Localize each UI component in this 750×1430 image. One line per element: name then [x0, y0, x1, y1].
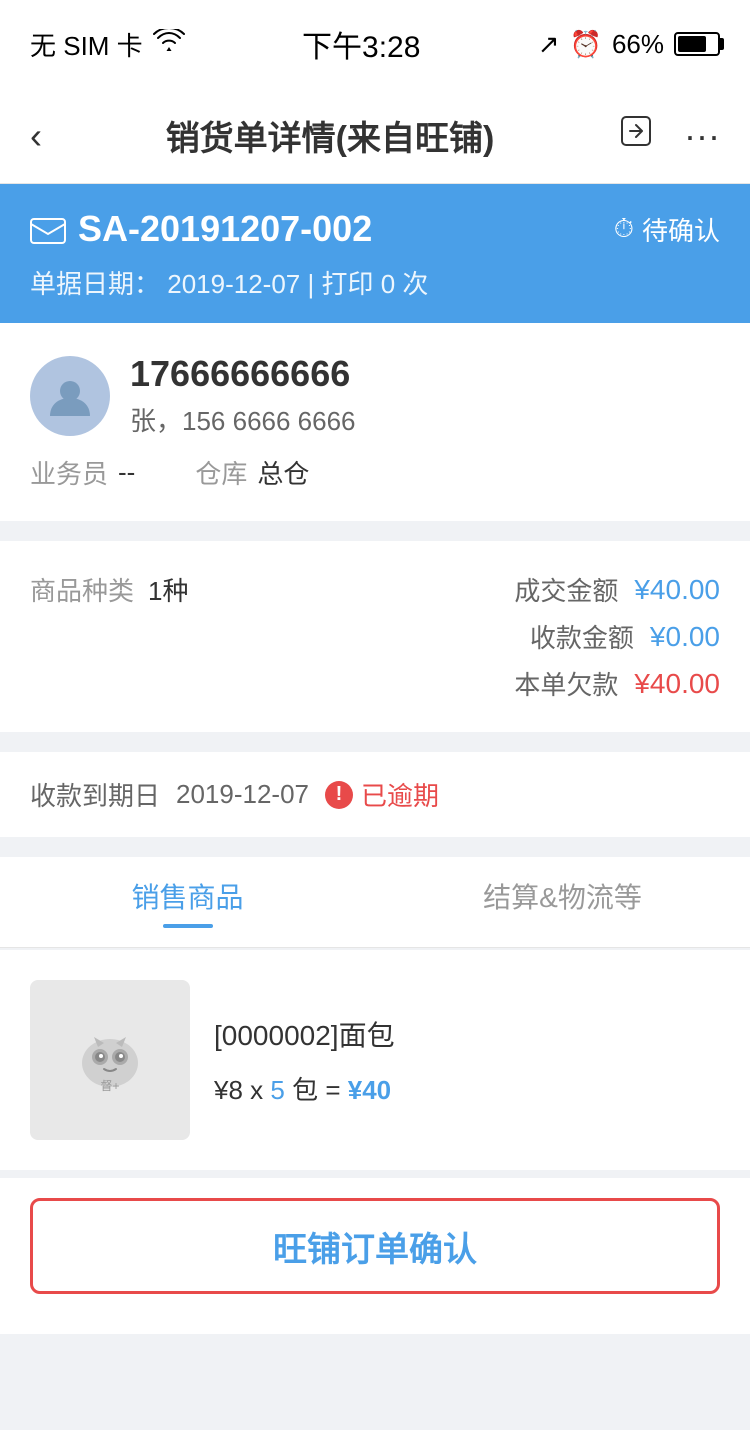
order-id: SA-20191207-002 — [30, 208, 372, 250]
product-type-label: 商品种类 — [30, 571, 134, 608]
order-id-row: SA-20191207-002 ⏱ 待确认 — [30, 208, 720, 250]
wifi-icon — [153, 29, 185, 60]
order-id-text: SA-20191207-002 — [78, 208, 372, 250]
order-header-card: SA-20191207-002 ⏱ 待确认 单据日期： 2019-12-07 |… — [0, 184, 750, 323]
customer-card: 17666666666 张，156 6666 6666 业务员 -- 仓库 总仓 — [0, 323, 750, 521]
product-name: [0000002]面包 — [214, 1014, 720, 1054]
tab-sales-label: 销售商品 — [131, 876, 243, 916]
salesman-label: 业务员 — [30, 454, 108, 491]
deal-amount-label: 成交金额 — [514, 571, 618, 608]
deal-amount-row: 成交金额 ¥40.00 — [514, 571, 720, 608]
date-label: 单据日期： — [30, 269, 160, 299]
deal-amount-value: ¥40.00 — [634, 574, 720, 606]
arrears-label: 本单欠款 — [514, 665, 618, 702]
warehouse-label: 仓库 — [195, 454, 247, 491]
overdue-badge: ! 已逾期 — [325, 776, 439, 813]
product-unit: 包 — [292, 1075, 318, 1105]
bottom-bar: 旺铺订单确认 — [0, 1178, 750, 1334]
page-wrapper: 无 SIM 卡 下午3:28 ↗ ⏰ 66% ‹ 销货单详情(来自旺铺) — [0, 0, 750, 1430]
print-suffix: 次 — [402, 269, 428, 299]
time-display: 下午3:28 — [302, 22, 420, 66]
due-date-value: 2019-12-07 — [176, 779, 309, 810]
receipt-amount-value: ¥0.00 — [650, 621, 720, 653]
order-status: ⏱ 待确认 — [614, 211, 720, 248]
salesman-value: -- — [118, 457, 135, 488]
battery-percent: 66% — [612, 29, 664, 60]
warehouse-value: 总仓 — [257, 454, 309, 491]
customer-phone: 17666666666 — [130, 353, 356, 395]
page-title: 销货单详情(来自旺铺) — [166, 111, 495, 160]
print-label: | 打印 — [307, 269, 380, 299]
tab-settlement-label: 结算&物流等 — [483, 876, 642, 916]
customer-meta: 业务员 -- 仓库 总仓 — [30, 454, 720, 491]
carrier-text: 无 SIM 卡 — [30, 26, 143, 63]
product-price: ¥8 x — [214, 1075, 263, 1105]
customer-info-row: 17666666666 张，156 6666 6666 — [30, 353, 720, 438]
tab-bar: 销售商品 结算&物流等 — [0, 857, 750, 948]
more-icon[interactable]: ··· — [684, 115, 720, 157]
customer-avatar — [30, 356, 110, 436]
tab-settlement[interactable]: 结算&物流等 — [375, 857, 750, 947]
customer-details: 17666666666 张，156 6666 6666 — [130, 353, 356, 438]
order-date-row: 单据日期： 2019-12-07 | 打印 0 次 — [30, 264, 720, 301]
arrears-row: 本单欠款 ¥40.00 — [514, 665, 720, 702]
location-icon: ↗ — [538, 29, 560, 60]
order-icon — [30, 211, 66, 247]
tab-indicator-products — [163, 924, 213, 928]
overdue-text: 已逾期 — [361, 776, 439, 813]
product-price-row: ¥8 x 5 包 = ¥40 — [214, 1070, 720, 1107]
alarm-icon: ⏰ — [570, 29, 602, 60]
due-date-card: 收款到期日 2019-12-07 ! 已逾期 — [0, 752, 750, 837]
product-total: ¥40 — [348, 1075, 391, 1105]
share-icon[interactable] — [618, 113, 654, 158]
summary-left: 商品种类 1种 — [30, 571, 188, 608]
overdue-icon: ! — [325, 781, 353, 809]
tab-indicator-settlement — [538, 924, 588, 928]
order-date: 2019-12-07 — [167, 269, 300, 299]
print-count: 0 — [381, 269, 395, 299]
due-date-label: 收款到期日 — [30, 776, 160, 813]
product-info: [0000002]面包 ¥8 x 5 包 = ¥40 — [214, 1014, 720, 1107]
status-right: ↗ ⏰ 66% — [538, 29, 720, 60]
order-status-text: 待确认 — [642, 211, 720, 248]
tab-sales-products[interactable]: 销售商品 — [0, 857, 375, 947]
summary-right: 成交金额 ¥40.00 收款金额 ¥0.00 本单欠款 ¥40.00 — [514, 571, 720, 702]
product-thumbnail: 督+ — [30, 980, 190, 1140]
equals-sign: = — [325, 1075, 340, 1105]
warehouse-item: 仓库 总仓 — [195, 454, 309, 491]
svg-text:督+: 督+ — [100, 1078, 119, 1093]
status-left: 无 SIM 卡 — [30, 26, 185, 63]
product-type-value: 1种 — [148, 571, 188, 608]
nav-bar: ‹ 销货单详情(来自旺铺) ··· — [0, 88, 750, 184]
product-quantity: 5 — [270, 1075, 284, 1105]
salesman-item: 业务员 -- — [30, 454, 135, 491]
confirm-order-button[interactable]: 旺铺订单确认 — [30, 1198, 720, 1294]
status-bar: 无 SIM 卡 下午3:28 ↗ ⏰ 66% — [0, 0, 750, 88]
battery-icon — [674, 32, 720, 56]
nav-actions: ··· — [618, 113, 720, 158]
receipt-amount-label: 收款金额 — [530, 618, 634, 655]
summary-row: 商品种类 1种 成交金额 ¥40.00 收款金额 ¥0.00 本单欠款 ¥40.… — [30, 571, 720, 702]
receipt-amount-row: 收款金额 ¥0.00 — [530, 618, 720, 655]
arrears-value: ¥40.00 — [634, 668, 720, 700]
status-clock-icon: ⏱ — [614, 213, 634, 245]
customer-name: 张，156 6666 6666 — [130, 401, 356, 438]
back-button[interactable]: ‹ — [30, 115, 42, 157]
summary-card: 商品种类 1种 成交金额 ¥40.00 收款金额 ¥0.00 本单欠款 ¥40.… — [0, 541, 750, 732]
product-card: 督+ [0000002]面包 ¥8 x 5 包 = ¥40 — [0, 950, 750, 1170]
